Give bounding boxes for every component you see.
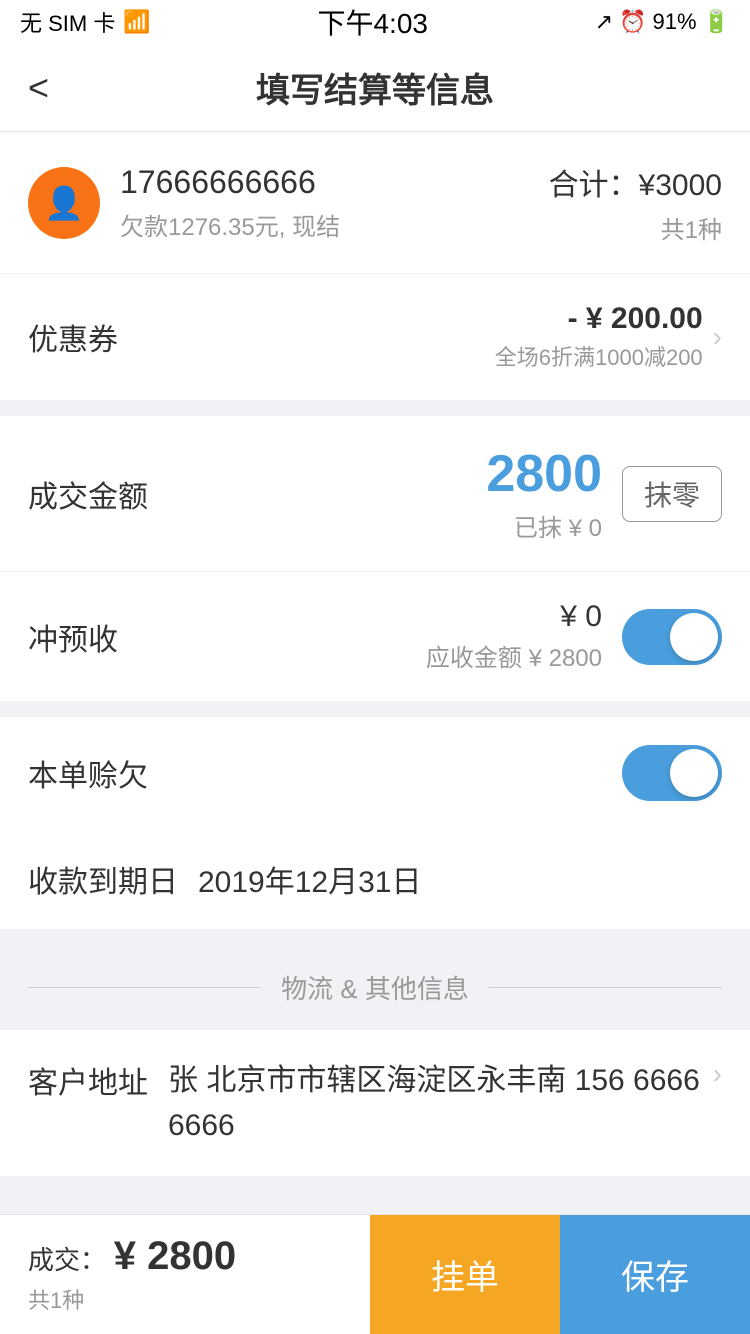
debit-toggle-knob xyxy=(670,749,718,797)
prepay-right: ¥ 0 应收金额 ¥ 2800 xyxy=(426,600,722,673)
status-time: 下午4:03 xyxy=(317,2,428,42)
bottom-amount: ¥ 2800 xyxy=(114,1234,236,1278)
round-button[interactable]: 抹零 xyxy=(622,466,722,522)
nav-bar: < 填写结算等信息 xyxy=(0,44,750,132)
bottom-deal-label: 成交： xyxy=(28,1245,106,1275)
debit-section: 本单赊欠 收款到期日 2019年12月31日 xyxy=(0,717,750,929)
amount-sub: 已抹 ¥ 0 xyxy=(486,508,602,543)
coupon-discount: - ¥ 200.00 xyxy=(495,302,703,336)
status-right: ↗ ⏰ 91% 🔋 xyxy=(595,9,730,35)
prepay-row: 冲预收 ¥ 0 应收金额 ¥ 2800 xyxy=(0,572,750,701)
bottom-count: 共1种 xyxy=(28,1283,342,1315)
coupon-label: 优惠券 xyxy=(28,315,118,359)
bottom-bar: 成交： ¥ 2800 共1种 挂单 保存 xyxy=(0,1214,750,1334)
address-value: 张 北京市市辖区海淀区永丰南 156 6666 6666 xyxy=(168,1058,713,1148)
customer-count: 共1种 xyxy=(549,210,722,245)
bottom-deal-row: 成交： ¥ 2800 xyxy=(28,1234,342,1279)
prepay-toggle[interactable] xyxy=(622,609,722,665)
toggle-knob xyxy=(670,613,718,661)
divider-line-left xyxy=(28,987,261,988)
customer-card: 👤 17666666666 欠款1276.35元, 现结 合计：¥3000 共1… xyxy=(0,132,750,400)
status-bar: 无 SIM 卡 📶 下午4:03 ↗ ⏰ 91% 🔋 xyxy=(0,0,750,44)
coupon-desc: 全场6折满1000减200 xyxy=(495,340,703,372)
coupon-right: - ¥ 200.00 全场6折满1000减200 › xyxy=(495,302,722,372)
amount-label: 成交金额 xyxy=(28,472,148,516)
save-button[interactable]: 保存 xyxy=(560,1215,750,1334)
logistics-divider: 物流 & 其他信息 xyxy=(0,945,750,1030)
customer-phone: 17666666666 xyxy=(120,164,340,201)
amount-right: 2800 已抹 ¥ 0 抹零 xyxy=(486,444,722,543)
prepay-value: ¥ 0 xyxy=(426,600,602,634)
duedate-label: 收款到期日 xyxy=(28,857,178,901)
address-row[interactable]: 客户地址 张 北京市市辖区海淀区永丰南 156 6666 6666 › xyxy=(0,1030,750,1176)
coupon-chevron-icon: › xyxy=(713,321,722,353)
prepay-label: 冲预收 xyxy=(28,615,118,659)
debit-label: 本单赊欠 xyxy=(28,751,148,795)
address-chevron-icon: › xyxy=(713,1058,722,1090)
alarm-icon: ⏰ xyxy=(619,9,646,35)
debit-toggle[interactable] xyxy=(622,745,722,801)
customer-left: 👤 17666666666 欠款1276.35元, 现结 xyxy=(28,164,340,242)
amount-row: 成交金额 2800 已抹 ¥ 0 抹零 xyxy=(0,416,750,572)
customer-right: 合计：¥3000 共1种 xyxy=(549,160,722,245)
debit-row: 本单赊欠 xyxy=(0,717,750,829)
divider-line-right xyxy=(489,987,722,988)
coupon-row[interactable]: 优惠券 - ¥ 200.00 全场6折满1000减200 › xyxy=(0,273,750,400)
wifi-icon: 📶 xyxy=(123,9,150,35)
customer-debt: 欠款1276.35元, 现结 xyxy=(120,207,340,242)
address-label: 客户地址 xyxy=(28,1058,148,1102)
status-left: 无 SIM 卡 📶 xyxy=(20,6,151,38)
duedate-value: 2019年12月31日 xyxy=(198,857,421,901)
bottom-summary: 成交： ¥ 2800 共1种 xyxy=(0,1234,370,1315)
page-title: 填写结算等信息 xyxy=(256,63,494,112)
customer-row: 👤 17666666666 欠款1276.35元, 现结 合计：¥3000 共1… xyxy=(0,132,750,273)
location-icon: ↗ xyxy=(595,9,613,35)
amount-section: 成交金额 2800 已抹 ¥ 0 抹零 冲预收 ¥ 0 应收金额 ¥ 2800 xyxy=(0,416,750,701)
avatar-icon: 👤 xyxy=(44,184,84,222)
avatar: 👤 xyxy=(28,167,100,239)
logistics-label: 物流 & 其他信息 xyxy=(261,969,489,1006)
amount-value: 2800 xyxy=(486,444,602,504)
back-button[interactable]: < xyxy=(28,67,49,109)
customer-total: 合计：¥3000 xyxy=(549,160,722,204)
address-section: 客户地址 张 北京市市辖区海淀区永丰南 156 6666 6666 › xyxy=(0,1030,750,1176)
prepay-sub: 应收金额 ¥ 2800 xyxy=(426,638,602,673)
customer-info: 17666666666 欠款1276.35元, 现结 xyxy=(120,164,340,242)
hang-button[interactable]: 挂单 xyxy=(370,1215,560,1334)
battery-icon: 🔋 xyxy=(703,9,730,35)
duedate-row: 收款到期日 2019年12月31日 xyxy=(0,829,750,929)
battery-text: 91% xyxy=(653,9,697,35)
no-sim-text: 无 SIM 卡 xyxy=(20,6,115,38)
